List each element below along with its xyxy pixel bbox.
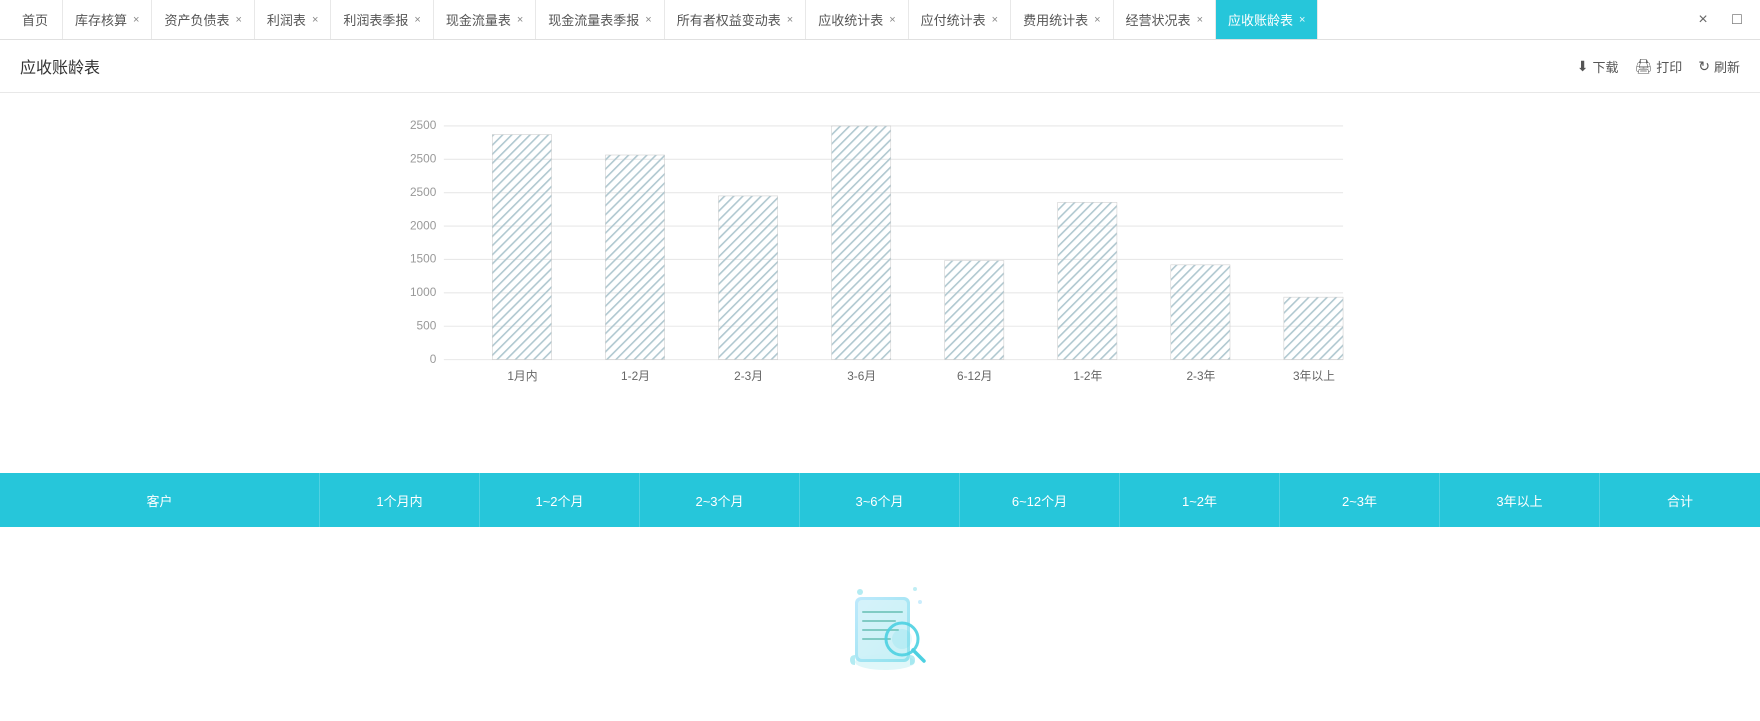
tab-close-ar-aging[interactable]: × bbox=[1299, 14, 1305, 26]
svg-text:2-3年: 2-3年 bbox=[1186, 369, 1215, 383]
tab-close-inventory[interactable]: × bbox=[133, 14, 139, 26]
tab-close-profit[interactable]: × bbox=[312, 14, 318, 26]
tab-close-balance[interactable]: × bbox=[235, 14, 241, 26]
window-maximize-button[interactable]: □ bbox=[1722, 5, 1752, 35]
svg-text:1-2月: 1-2月 bbox=[621, 369, 650, 383]
tab-ar-aging[interactable]: 应收账龄表 × bbox=[1216, 0, 1318, 40]
tab-close-cashflow-quarterly[interactable]: × bbox=[645, 14, 651, 26]
svg-text:2-3月: 2-3月 bbox=[734, 369, 763, 383]
tab-close-expense-stat[interactable]: × bbox=[1094, 14, 1100, 26]
page-header: 应收账龄表 ⬇ 下载 🖨 打印 ↻ 刷新 bbox=[0, 40, 1760, 93]
svg-text:2000: 2000 bbox=[410, 218, 437, 232]
tab-balance[interactable]: 资产负债表 × bbox=[152, 0, 254, 40]
refresh-icon: ↻ bbox=[1698, 58, 1710, 75]
tab-ap-stat[interactable]: 应付统计表 × bbox=[909, 0, 1011, 40]
tab-close-ar-stat[interactable]: × bbox=[889, 14, 895, 26]
svg-text:2500: 2500 bbox=[410, 152, 437, 166]
empty-icon bbox=[830, 567, 930, 667]
bar-2-3月 bbox=[718, 196, 777, 360]
col-1-2year: 1~2年 bbox=[1120, 473, 1280, 527]
page-title: 应收账龄表 bbox=[20, 54, 100, 78]
col-customer: 客户 bbox=[0, 473, 320, 527]
download-icon: ⬇ bbox=[1577, 58, 1589, 75]
bar-chart: 2500 2500 2500 2000 1500 1000 500 0 1月内 … bbox=[40, 113, 1720, 393]
svg-text:1月内: 1月内 bbox=[507, 369, 537, 383]
tab-close-ap-stat[interactable]: × bbox=[992, 14, 998, 26]
bar-2-3年 bbox=[1171, 265, 1230, 360]
svg-text:3年以上: 3年以上 bbox=[1293, 369, 1335, 383]
tab-inventory[interactable]: 库存核算 × bbox=[63, 0, 152, 40]
tab-bar: 首页 库存核算 × 资产负债表 × 利润表 × 利润表季报 × 现金流量表 × … bbox=[0, 0, 1760, 40]
col-6-12month: 6~12个月 bbox=[960, 473, 1120, 527]
svg-text:2500: 2500 bbox=[410, 185, 437, 199]
bar-6-12月 bbox=[945, 261, 1004, 360]
empty-illustration bbox=[830, 567, 940, 677]
tab-cashflow-quarterly[interactable]: 现金流量表季报 × bbox=[536, 0, 664, 40]
svg-text:1000: 1000 bbox=[410, 285, 437, 299]
svg-text:6-12月: 6-12月 bbox=[957, 369, 993, 383]
tab-operation[interactable]: 经营状况表 × bbox=[1114, 0, 1216, 40]
tab-cashflow[interactable]: 现金流量表 × bbox=[434, 0, 536, 40]
refresh-button[interactable]: ↻ 刷新 bbox=[1698, 57, 1740, 76]
main-content: 2500 2500 2500 2000 1500 1000 500 0 1月内 … bbox=[0, 93, 1760, 721]
bar-1-2月 bbox=[605, 155, 664, 360]
svg-text:1500: 1500 bbox=[410, 252, 437, 266]
tab-bar-actions: × □ bbox=[1688, 5, 1752, 35]
col-2-3year: 2~3年 bbox=[1280, 473, 1440, 527]
svg-text:0: 0 bbox=[430, 352, 437, 366]
tab-close-operation[interactable]: × bbox=[1197, 14, 1203, 26]
col-3-6month: 3~6个月 bbox=[800, 473, 960, 527]
col-1month: 1个月内 bbox=[320, 473, 480, 527]
tab-close-profit-quarterly[interactable]: × bbox=[414, 14, 420, 26]
bar-3年以上 bbox=[1284, 297, 1343, 359]
print-button[interactable]: 🖨 打印 bbox=[1634, 57, 1682, 76]
svg-text:500: 500 bbox=[417, 318, 437, 332]
svg-text:3-6月: 3-6月 bbox=[847, 369, 876, 383]
tab-equity[interactable]: 所有者权益变动表 × bbox=[665, 0, 806, 40]
col-total: 合计 bbox=[1600, 473, 1760, 527]
tab-profit[interactable]: 利润表 × bbox=[255, 0, 331, 40]
bar-1月内 bbox=[492, 135, 551, 360]
table-header: 客户 1个月内 1~2个月 2~3个月 3~6个月 6~12个月 1~2年 2~… bbox=[0, 473, 1760, 527]
print-icon: 🖨 bbox=[1634, 58, 1652, 75]
col-3plus-year: 3年以上 bbox=[1440, 473, 1600, 527]
tab-close-cashflow[interactable]: × bbox=[517, 14, 523, 26]
tab-ar-stat[interactable]: 应收统计表 × bbox=[806, 0, 908, 40]
bar-3-6月 bbox=[832, 126, 891, 360]
window-close-button[interactable]: × bbox=[1688, 5, 1718, 35]
svg-text:1-2年: 1-2年 bbox=[1073, 369, 1102, 383]
col-2-3month: 2~3个月 bbox=[640, 473, 800, 527]
col-1-2month: 1~2个月 bbox=[480, 473, 640, 527]
tab-expense-stat[interactable]: 费用统计表 × bbox=[1011, 0, 1113, 40]
tab-profit-quarterly[interactable]: 利润表季报 × bbox=[331, 0, 433, 40]
chart-area: 2500 2500 2500 2000 1500 1000 500 0 1月内 … bbox=[0, 93, 1760, 473]
tab-close-equity[interactable]: × bbox=[787, 14, 793, 26]
empty-state bbox=[0, 527, 1760, 707]
svg-text:2500: 2500 bbox=[410, 118, 437, 132]
bar-1-2年 bbox=[1058, 202, 1117, 359]
tab-home[interactable]: 首页 bbox=[8, 0, 63, 40]
header-actions: ⬇ 下载 🖨 打印 ↻ 刷新 bbox=[1577, 57, 1740, 76]
download-button[interactable]: ⬇ 下载 bbox=[1577, 57, 1619, 76]
